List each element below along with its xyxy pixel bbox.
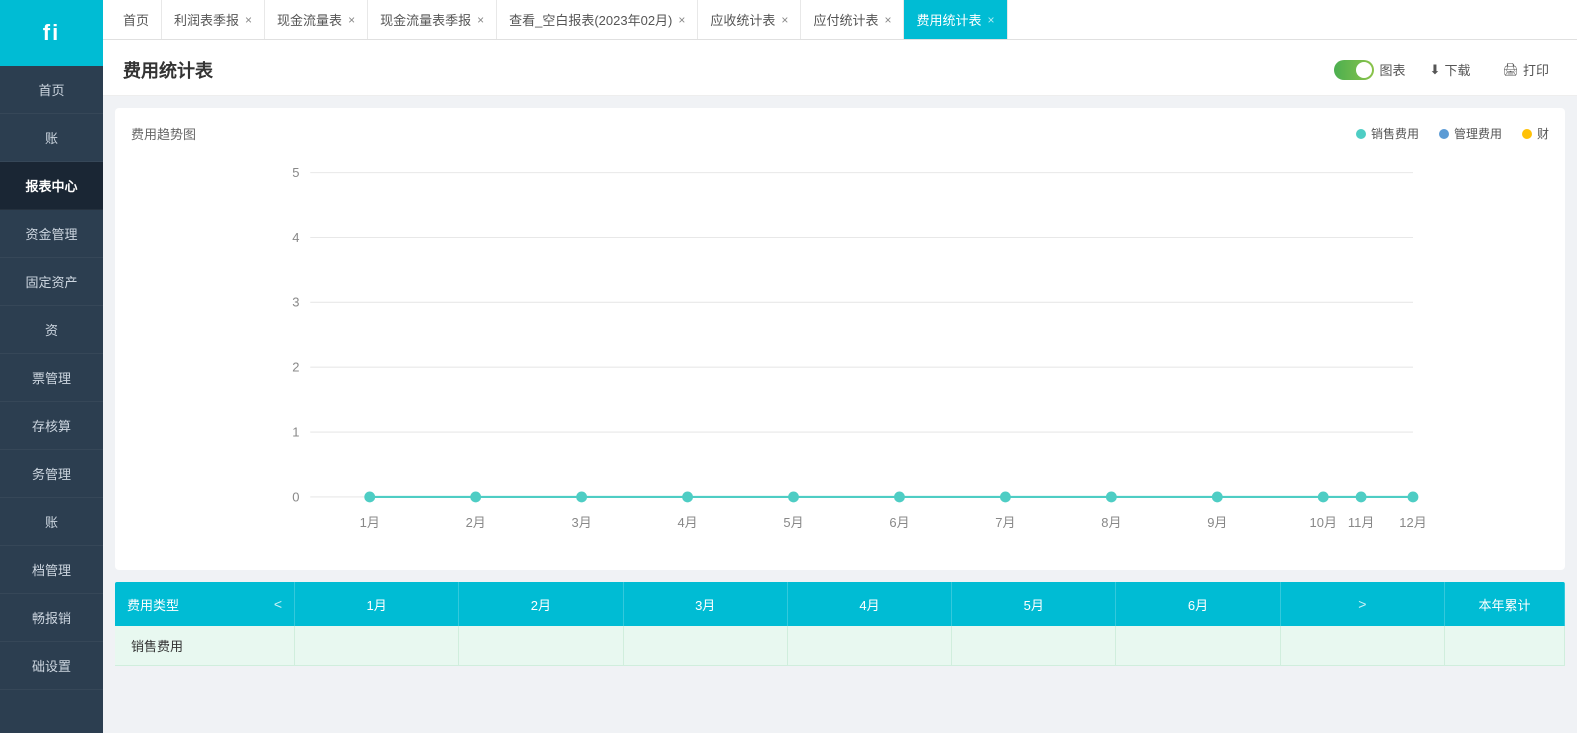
tab-close-profit-quarterly[interactable]: × [245,13,252,27]
tab-cashflow-quarterly[interactable]: 现金流量表季报 × [368,0,497,40]
td-total [1445,626,1565,665]
legend-finance: 财 [1522,125,1549,142]
download-icon: ⬇ [1430,62,1441,78]
chart-toggle-label: 图表 [1380,60,1406,79]
chart-legend: 销售费用 管理费用 财 [1356,125,1549,142]
svg-text:4: 4 [292,230,299,245]
svg-text:1: 1 [292,424,299,439]
tab-cashflow[interactable]: 现金流量表 × [265,0,368,40]
sidebar-item-fund-mgmt[interactable]: 资金管理 [0,210,103,258]
th-nav-next[interactable]: > [1281,582,1445,626]
legend-dot-finance [1522,129,1532,139]
svg-text:3月: 3月 [572,515,592,530]
sidebar-item-archive-mgmt[interactable]: 档管理 [0,546,103,594]
sidebar-item-sub-account[interactable]: 账 [0,498,103,546]
svg-text:1月: 1月 [360,515,380,530]
svg-text:6月: 6月 [889,515,909,530]
sidebar-item-report-center[interactable]: 报表中心 [0,162,103,210]
table-section: 费用类型 < 1月 2月 3月 4月 [115,582,1565,666]
th-type: 费用类型 < [115,582,295,626]
svg-text:2月: 2月 [466,515,486,530]
tab-close-blank-report[interactable]: × [678,13,685,27]
svg-text:11月: 11月 [1348,515,1374,530]
sidebar-item-invoice-mgmt[interactable]: 票管理 [0,354,103,402]
td-month-1 [295,626,459,665]
chart-svg: 5 4 3 2 1 0 [131,151,1549,551]
chart-area: 费用趋势图 销售费用 管理费用 财 [115,108,1565,570]
sidebar-item-fixed-assets[interactable]: 固定资产 [0,258,103,306]
td-month-5 [952,626,1116,665]
tab-close-cashflow[interactable]: × [348,13,355,27]
download-button[interactable]: ⬇ 下载 [1422,56,1479,83]
sidebar-logo: fi [0,0,103,66]
td-nav-spacer [1281,626,1445,665]
tab-close-payables[interactable]: × [884,13,891,27]
svg-text:5月: 5月 [783,515,803,530]
tab-expense-stats[interactable]: 费用统计表 × [904,0,1007,40]
th-total: 本年累计 [1445,582,1565,626]
sidebar: fi 首页 账 报表中心 资金管理 固定资产 资 票管理 存核算 务管理 账 [0,0,103,733]
svg-text:8月: 8月 [1101,515,1121,530]
sidebar-item-investment[interactable]: 资 [0,306,103,354]
th-month-1: 1月 [295,582,459,626]
header-actions: 图表 ⬇ 下载 🖨 打印 [1334,56,1557,83]
tab-receivables[interactable]: 应收统计表 × [698,0,801,40]
sidebar-item-inventory[interactable]: 存核算 [0,402,103,450]
tab-home[interactable]: 首页 [111,0,162,40]
legend-admin: 管理费用 [1439,125,1502,142]
table-prev-button[interactable]: < [274,596,282,612]
svg-text:0: 0 [292,489,299,504]
legend-sales: 销售费用 [1356,125,1419,142]
sidebar-item-smooth-cancel[interactable]: 畅报销 [0,594,103,642]
td-month-2 [459,626,623,665]
chart-svg-container: 5 4 3 2 1 0 [131,151,1549,554]
svg-text:7月: 7月 [995,515,1015,530]
th-month-2: 2月 [459,582,623,626]
sidebar-item-basic-settings[interactable]: 础设置 [0,642,103,690]
tab-bar: 首页 利润表季报 × 现金流量表 × 现金流量表季报 × 查看_空白报表(202… [103,0,1577,40]
print-icon: 🖨 [1502,62,1519,78]
tab-payables[interactable]: 应付统计表 × [801,0,904,40]
table-header-row: 费用类型 < 1月 2月 3月 4月 [115,582,1565,626]
tab-close-expense-stats[interactable]: × [987,13,994,27]
th-month-6: 6月 [1116,582,1280,626]
page-body: 费用统计表 图表 ⬇ 下载 🖨 打印 [103,40,1577,733]
sidebar-item-account[interactable]: 账 [0,114,103,162]
chart-title: 费用趋势图 [131,124,196,143]
th-month-3: 3月 [624,582,788,626]
svg-text:3: 3 [292,295,299,310]
print-button[interactable]: 🖨 打印 [1494,56,1557,83]
tab-profit-quarterly[interactable]: 利润表季报 × [162,0,265,40]
svg-text:10月: 10月 [1310,515,1337,530]
th-month-5: 5月 [952,582,1116,626]
chart-toggle-switch[interactable] [1334,60,1374,80]
td-month-4 [788,626,952,665]
page-header: 费用统计表 图表 ⬇ 下载 🖨 打印 [103,40,1577,96]
svg-text:9月: 9月 [1207,515,1227,530]
sidebar-item-home[interactable]: 首页 [0,66,103,114]
main-content: 首页 利润表季报 × 现金流量表 × 现金流量表季报 × 查看_空白报表(202… [103,0,1577,733]
chart-header: 费用趋势图 销售费用 管理费用 财 [131,124,1549,143]
legend-dot-admin [1439,129,1449,139]
legend-dot-sales [1356,129,1366,139]
tab-close-receivables[interactable]: × [781,13,788,27]
table-next-button[interactable]: > [1358,596,1366,612]
svg-text:5: 5 [292,165,299,180]
sidebar-item-service-mgmt[interactable]: 务管理 [0,450,103,498]
th-month-4: 4月 [788,582,952,626]
table-row: 销售费用 [115,626,1565,666]
page-title: 费用统计表 [123,57,213,83]
td-type-sales: 销售费用 [115,626,295,665]
tab-blank-report[interactable]: 查看_空白报表(2023年02月) × [497,0,698,40]
svg-text:4月: 4月 [677,515,697,530]
td-month-3 [624,626,788,665]
tab-close-cashflow-quarterly[interactable]: × [477,13,484,27]
chart-toggle-group: 图表 [1334,60,1406,80]
svg-text:12月: 12月 [1399,515,1426,530]
svg-text:2: 2 [292,360,299,375]
td-month-6 [1116,626,1280,665]
